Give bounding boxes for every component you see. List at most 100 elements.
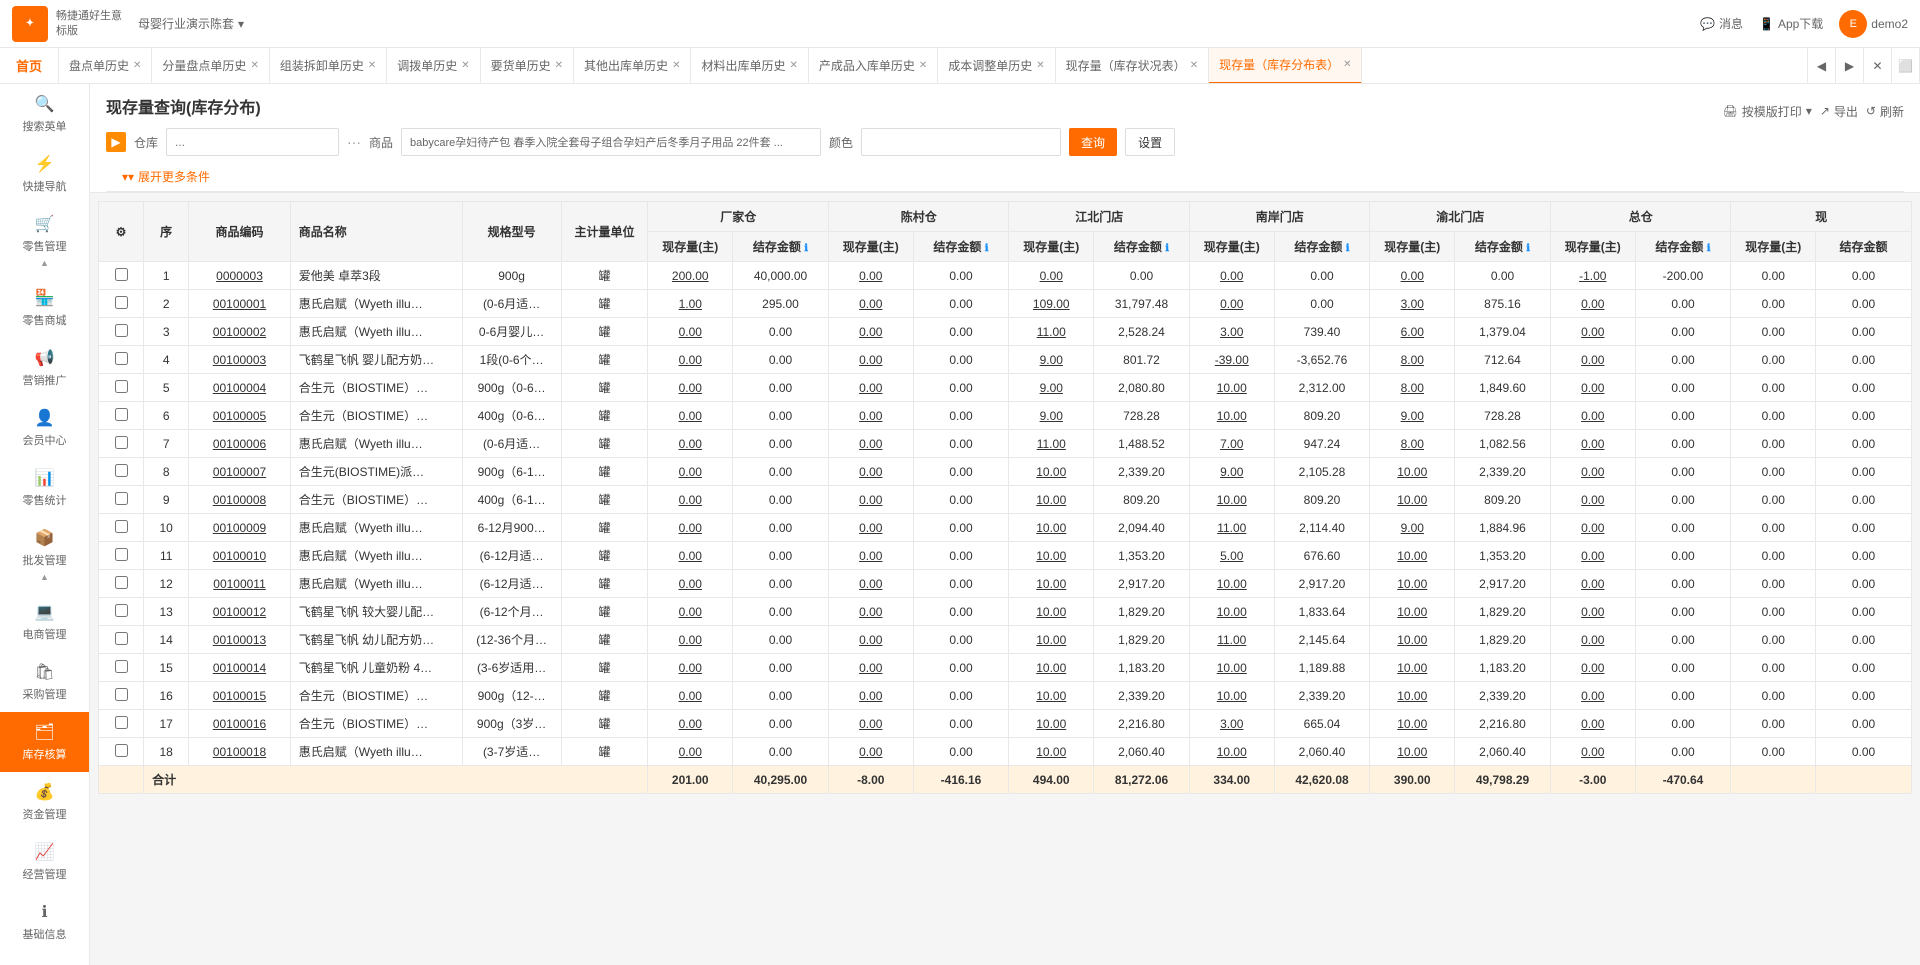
- row-code[interactable]: 00100011: [189, 570, 291, 598]
- row-wh1-qty[interactable]: 0.00: [648, 570, 733, 598]
- row-wh1-qty[interactable]: 0.00: [648, 710, 733, 738]
- row-wh2-qty[interactable]: 0.00: [828, 290, 913, 318]
- row-wh5-qty[interactable]: 3.00: [1370, 290, 1455, 318]
- row-total-qty[interactable]: 0.00: [1550, 570, 1635, 598]
- row-wh3-qty[interactable]: 10.00: [1009, 458, 1094, 486]
- row-select[interactable]: [99, 598, 144, 626]
- row-code[interactable]: 00100005: [189, 402, 291, 430]
- row-wh4-qty[interactable]: 10.00: [1189, 570, 1274, 598]
- row-wh4-qty[interactable]: 10.00: [1189, 402, 1274, 430]
- row-select[interactable]: [99, 682, 144, 710]
- app-download-btn[interactable]: 📱 App下载: [1759, 15, 1823, 32]
- row-wh1-qty[interactable]: 200.00: [648, 262, 733, 290]
- row-wh1-qty[interactable]: 0.00: [648, 458, 733, 486]
- tab-close-icon[interactable]: ✕: [789, 60, 797, 71]
- row-wh3-qty[interactable]: 10.00: [1009, 682, 1094, 710]
- row-wh5-qty[interactable]: 10.00: [1370, 542, 1455, 570]
- row-select[interactable]: [99, 654, 144, 682]
- warehouse-more-icon[interactable]: ···: [347, 134, 361, 150]
- row-wh1-qty[interactable]: 0.00: [648, 598, 733, 626]
- tab-close-icon[interactable]: ✕: [1190, 60, 1198, 71]
- row-select[interactable]: [99, 430, 144, 458]
- sidebar-item-采购管理[interactable]: 🛍采购管理: [0, 652, 89, 712]
- row-wh4-qty[interactable]: 10.00: [1189, 654, 1274, 682]
- tab-close-icon[interactable]: ✕: [133, 60, 141, 71]
- tab-item[interactable]: 分量盘点单历史✕: [152, 48, 269, 84]
- row-wh4-qty[interactable]: 5.00: [1189, 542, 1274, 570]
- sidebar-item-快捷导航[interactable]: ⚡快捷导航: [0, 144, 89, 204]
- expand-collapse-btn[interactable]: ▶: [106, 132, 126, 152]
- row-code[interactable]: 00100007: [189, 458, 291, 486]
- th-settings[interactable]: ⚙: [99, 202, 144, 262]
- row-wh5-qty[interactable]: 10.00: [1370, 598, 1455, 626]
- row-wh1-qty[interactable]: 0.00: [648, 318, 733, 346]
- row-total-qty[interactable]: 0.00: [1550, 710, 1635, 738]
- row-select[interactable]: [99, 290, 144, 318]
- sidebar-item-零售管理[interactable]: 🛒零售管理▲: [0, 204, 89, 278]
- row-select[interactable]: [99, 570, 144, 598]
- row-total-qty[interactable]: 0.00: [1550, 318, 1635, 346]
- row-wh3-qty[interactable]: 10.00: [1009, 542, 1094, 570]
- row-wh2-qty[interactable]: 0.00: [828, 710, 913, 738]
- user-area[interactable]: E demo2: [1839, 10, 1908, 38]
- goods-input[interactable]: [401, 128, 821, 156]
- row-code[interactable]: 00100016: [189, 710, 291, 738]
- tab-item[interactable]: 材料出库单历史✕: [691, 48, 808, 84]
- row-select[interactable]: [99, 738, 144, 766]
- sidebar-item-经营管理[interactable]: 📈经营管理: [0, 832, 89, 892]
- row-total-qty[interactable]: 0.00: [1550, 374, 1635, 402]
- row-wh5-qty[interactable]: 10.00: [1370, 710, 1455, 738]
- row-total-qty[interactable]: -1.00: [1550, 262, 1635, 290]
- row-wh5-qty[interactable]: 9.00: [1370, 514, 1455, 542]
- row-wh4-qty[interactable]: 10.00: [1189, 486, 1274, 514]
- row-total-qty[interactable]: 0.00: [1550, 654, 1635, 682]
- tab-close-icon[interactable]: ✕: [672, 60, 680, 71]
- row-total-qty[interactable]: 0.00: [1550, 514, 1635, 542]
- row-wh1-qty[interactable]: 0.00: [648, 514, 733, 542]
- home-tab[interactable]: 首页: [0, 48, 59, 84]
- row-wh5-qty[interactable]: 10.00: [1370, 458, 1455, 486]
- tab-close-icon[interactable]: ✕: [919, 60, 927, 71]
- row-total-qty[interactable]: 0.00: [1550, 458, 1635, 486]
- row-total-qty[interactable]: 0.00: [1550, 402, 1635, 430]
- row-total-qty[interactable]: 0.00: [1550, 598, 1635, 626]
- settings-icon[interactable]: ⚙: [116, 225, 127, 239]
- row-wh3-qty[interactable]: 10.00: [1009, 626, 1094, 654]
- row-wh2-qty[interactable]: 0.00: [828, 318, 913, 346]
- row-wh1-qty[interactable]: 0.00: [648, 626, 733, 654]
- row-wh3-qty[interactable]: 10.00: [1009, 710, 1094, 738]
- row-wh2-qty[interactable]: 0.00: [828, 430, 913, 458]
- row-total-qty[interactable]: 0.00: [1550, 430, 1635, 458]
- tab-item[interactable]: 组装拆卸单历史✕: [270, 48, 387, 84]
- sidebar-item-零售统计[interactable]: 📊零售统计: [0, 458, 89, 518]
- row-wh4-qty[interactable]: 10.00: [1189, 682, 1274, 710]
- row-wh1-qty[interactable]: 0.00: [648, 374, 733, 402]
- row-total-qty[interactable]: 0.00: [1550, 738, 1635, 766]
- tab-close-icon[interactable]: ✕: [1036, 60, 1044, 71]
- row-select[interactable]: [99, 318, 144, 346]
- row-wh4-qty[interactable]: -39.00: [1189, 346, 1274, 374]
- row-wh3-qty[interactable]: 9.00: [1009, 402, 1094, 430]
- row-wh1-qty[interactable]: 0.00: [648, 654, 733, 682]
- row-select[interactable]: [99, 346, 144, 374]
- tab-prev-btn[interactable]: ◀: [1808, 48, 1836, 84]
- row-wh4-qty[interactable]: 0.00: [1189, 262, 1274, 290]
- tab-item[interactable]: 其他出库单历史✕: [574, 48, 691, 84]
- row-wh3-qty[interactable]: 11.00: [1009, 318, 1094, 346]
- tab-item[interactable]: 盘点单历史✕: [59, 48, 152, 84]
- row-wh5-qty[interactable]: 0.00: [1370, 262, 1455, 290]
- row-code[interactable]: 00100013: [189, 626, 291, 654]
- row-wh4-qty[interactable]: 11.00: [1189, 626, 1274, 654]
- row-code[interactable]: 0000003: [189, 262, 291, 290]
- row-select[interactable]: [99, 514, 144, 542]
- row-total-qty[interactable]: 0.00: [1550, 626, 1635, 654]
- query-btn[interactable]: 查询: [1069, 128, 1117, 156]
- messages-btn[interactable]: 💬 消息: [1700, 15, 1743, 32]
- tab-close-icon[interactable]: ✕: [250, 60, 258, 71]
- row-select[interactable]: [99, 262, 144, 290]
- row-wh4-qty[interactable]: 11.00: [1189, 514, 1274, 542]
- row-wh4-qty[interactable]: 10.00: [1189, 598, 1274, 626]
- row-select[interactable]: [99, 374, 144, 402]
- sidebar-item-系统管理[interactable]: ⚙系统管理: [0, 952, 89, 965]
- row-wh2-qty[interactable]: 0.00: [828, 626, 913, 654]
